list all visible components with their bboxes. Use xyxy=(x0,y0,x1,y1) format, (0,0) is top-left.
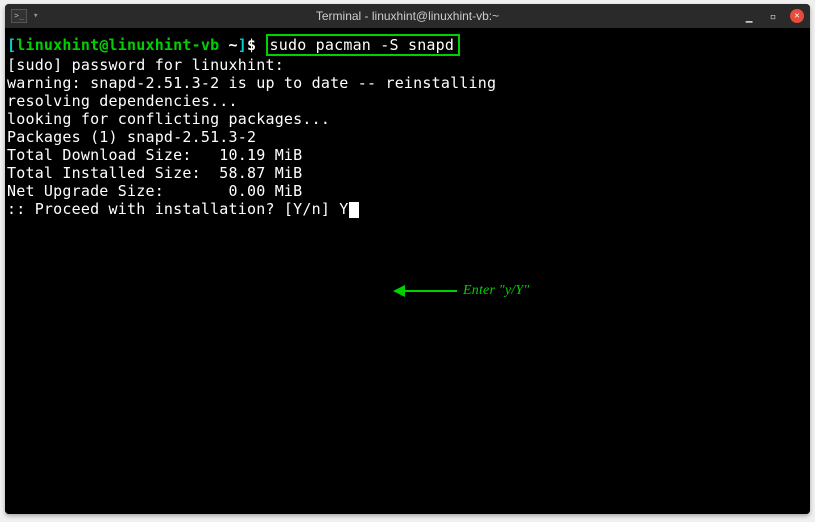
terminal-window: >_ ▾ Terminal - linuxhint@linuxhint-vb:~… xyxy=(5,4,810,514)
command-highlight: sudo pacman -S snapd xyxy=(266,34,461,56)
output-line: looking for conflicting packages... xyxy=(7,110,808,128)
output-line: warning: snapd-2.51.3-2 is up to date --… xyxy=(7,74,808,92)
terminal-icon: >_ xyxy=(11,9,27,23)
command-text: sudo pacman -S snapd xyxy=(270,36,455,54)
cursor xyxy=(349,202,359,218)
output-line: Total Installed Size: 58.87 MiB xyxy=(7,164,808,182)
arrow-line xyxy=(405,290,457,292)
prompt-host: linuxhint-vb xyxy=(109,36,220,54)
prompt-line: [linuxhint@linuxhint-vb ~]$ sudo pacman … xyxy=(7,34,808,56)
close-button[interactable]: ✕ xyxy=(790,9,804,23)
window-title: Terminal - linuxhint@linuxhint-vb:~ xyxy=(316,9,499,23)
minimize-button[interactable]: ▁ xyxy=(742,9,756,23)
output-line: [sudo] password for linuxhint: xyxy=(7,56,808,74)
proceed-prompt: :: Proceed with installation? [Y/n] Y xyxy=(7,200,808,218)
output-line: Net Upgrade Size: 0.00 MiB xyxy=(7,182,808,200)
annotation-text: Enter "y/Y" xyxy=(463,282,529,300)
prompt-bracket-open: [ xyxy=(7,36,16,54)
prompt-symbol: $ xyxy=(247,36,265,54)
maximize-button[interactable]: ▫ xyxy=(766,9,780,23)
output-line: Packages (1) snapd-2.51.3-2 xyxy=(7,128,808,146)
annotation-arrow: Enter "y/Y" xyxy=(393,282,529,300)
output-line: resolving dependencies... xyxy=(7,92,808,110)
prompt-bracket-close: ] xyxy=(238,36,247,54)
prompt-user: linuxhint xyxy=(16,36,99,54)
dropdown-icon[interactable]: ▾ xyxy=(33,11,38,21)
output-line: Total Download Size: 10.19 MiB xyxy=(7,146,808,164)
prompt-at: @ xyxy=(99,36,108,54)
window-controls: ▁ ▫ ✕ xyxy=(742,9,804,23)
titlebar: >_ ▾ Terminal - linuxhint@linuxhint-vb:~… xyxy=(5,4,810,28)
prompt-path: ~ xyxy=(219,36,237,54)
terminal-body[interactable]: [linuxhint@linuxhint-vb ~]$ sudo pacman … xyxy=(5,28,810,514)
arrow-head-icon xyxy=(393,285,405,297)
